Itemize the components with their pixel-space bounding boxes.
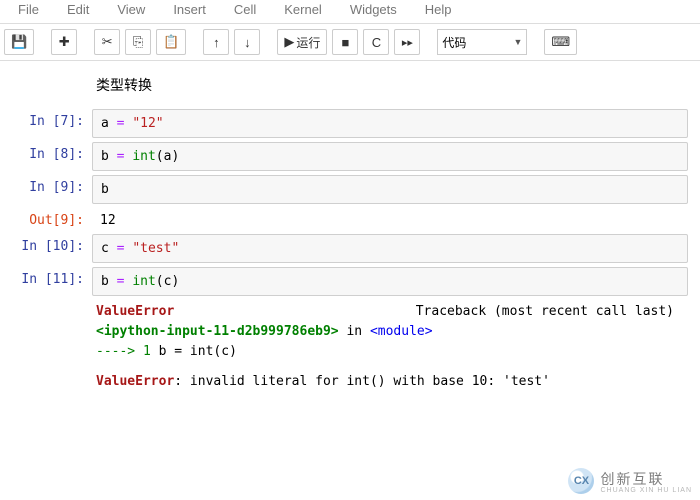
output-row: Out[9]: 12 bbox=[0, 208, 700, 230]
code-token: = bbox=[109, 241, 132, 256]
watermark-logo-icon: CX bbox=[568, 468, 594, 494]
code-token: ( bbox=[156, 149, 164, 164]
copy-icon: ⎘ bbox=[133, 34, 143, 50]
traceback-in: in bbox=[339, 324, 370, 339]
menu-widgets[interactable]: Widgets bbox=[350, 2, 397, 17]
command-palette-button[interactable]: ⌨ bbox=[544, 29, 577, 55]
arrow-up-icon: ↑ bbox=[213, 35, 220, 50]
copy-button[interactable]: ⎘ bbox=[125, 29, 151, 55]
restart-button[interactable]: C bbox=[363, 29, 389, 55]
arrow-down-icon: ↓ bbox=[244, 35, 251, 50]
keyboard-icon: ⌨ bbox=[551, 34, 570, 50]
code-token: "test" bbox=[132, 241, 179, 256]
output-prompt: Out[9]: bbox=[0, 208, 92, 228]
markdown-heading[interactable]: 类型转换 bbox=[96, 75, 700, 95]
code-token: = bbox=[109, 149, 132, 164]
restart-icon: C bbox=[372, 35, 381, 50]
code-token: = bbox=[109, 116, 132, 131]
input-prompt: In [7]: bbox=[0, 109, 92, 129]
traceback-module: <module> bbox=[370, 324, 433, 339]
code-input[interactable]: b bbox=[92, 175, 688, 204]
code-cell: In [9]: b bbox=[0, 175, 700, 204]
error-traceback: ValueError Traceback (most recent call l… bbox=[96, 302, 688, 393]
code-input[interactable]: c = "test" bbox=[92, 234, 688, 263]
chevron-down-icon: ▼ bbox=[513, 37, 522, 47]
error-class: ValueError bbox=[96, 302, 174, 322]
move-down-button[interactable]: ↓ bbox=[234, 29, 260, 55]
scissors-icon: ✂ bbox=[102, 34, 113, 50]
code-token: int bbox=[132, 274, 155, 289]
paste-button[interactable]: 📋 bbox=[156, 29, 186, 55]
add-cell-button[interactable]: ✚ bbox=[51, 29, 77, 55]
menu-view[interactable]: View bbox=[117, 2, 145, 17]
menu-file[interactable]: File bbox=[18, 2, 39, 17]
fast-forward-icon: ▸▸ bbox=[402, 36, 413, 49]
code-token: ( bbox=[156, 274, 164, 289]
output-value: 12 bbox=[92, 208, 700, 230]
menu-help[interactable]: Help bbox=[425, 2, 452, 17]
restart-run-all-button[interactable]: ▸▸ bbox=[394, 29, 420, 55]
code-cell: In [8]: b = int(a) bbox=[0, 142, 700, 171]
traceback-frame: <ipython-input-11-d2b999786eb9> bbox=[96, 324, 339, 339]
traceback-header: Traceback (most recent call last) bbox=[416, 302, 674, 322]
save-icon: 💾 bbox=[11, 34, 27, 50]
traceback-arrow: ----> 1 bbox=[96, 344, 159, 359]
code-token: = bbox=[109, 274, 132, 289]
input-prompt: In [8]: bbox=[0, 142, 92, 162]
code-token: b bbox=[101, 182, 109, 197]
cell-type-select[interactable]: 代码 ▼ bbox=[437, 29, 527, 55]
menu-kernel[interactable]: Kernel bbox=[284, 2, 322, 17]
toolbar: 💾 ✚ ✂ ⎘ 📋 ↑ ↓ ▶运行 ■ C ▸▸ 代码 ▼ ⌨ bbox=[0, 24, 700, 61]
run-button[interactable]: ▶运行 bbox=[277, 29, 327, 55]
input-prompt: In [11]: bbox=[0, 267, 92, 287]
stop-icon: ■ bbox=[341, 35, 349, 50]
menu-insert[interactable]: Insert bbox=[173, 2, 206, 17]
run-label: 运行 bbox=[296, 34, 320, 51]
code-token: c bbox=[101, 241, 109, 256]
menubar: File Edit View Insert Cell Kernel Widget… bbox=[0, 0, 700, 24]
code-token: a bbox=[101, 116, 109, 131]
watermark-sub: CHUANG XIN HU LIAN bbox=[600, 487, 692, 494]
code-token: b bbox=[101, 274, 109, 289]
input-prompt: In [9]: bbox=[0, 175, 92, 195]
error-message: : invalid literal for int() with base 10… bbox=[174, 374, 550, 389]
code-input[interactable]: a = "12" bbox=[92, 109, 688, 138]
move-up-button[interactable]: ↑ bbox=[203, 29, 229, 55]
paste-icon: 📋 bbox=[163, 34, 179, 50]
cell-type-value: 代码 bbox=[442, 34, 466, 51]
code-input[interactable]: b = int(a) bbox=[92, 142, 688, 171]
code-token: b bbox=[101, 149, 109, 164]
notebook-area: 类型转换 In [7]: a = "12" In [8]: b = int(a)… bbox=[0, 61, 700, 393]
plus-icon: ✚ bbox=[59, 34, 70, 50]
code-token: ) bbox=[171, 149, 179, 164]
watermark-brand: 创新互联 bbox=[600, 469, 692, 489]
code-cell: In [11]: b = int(c) bbox=[0, 267, 700, 296]
watermark: CX 创新互联 CHUANG XIN HU LIAN bbox=[568, 468, 692, 494]
play-icon: ▶ bbox=[284, 34, 294, 50]
code-token: ) bbox=[171, 274, 179, 289]
error-class-final: ValueError bbox=[96, 374, 174, 389]
menu-cell[interactable]: Cell bbox=[234, 2, 256, 17]
code-cell: In [7]: a = "12" bbox=[0, 109, 700, 138]
save-button[interactable]: 💾 bbox=[4, 29, 34, 55]
menu-edit[interactable]: Edit bbox=[67, 2, 89, 17]
code-input[interactable]: b = int(c) bbox=[92, 267, 688, 296]
cut-button[interactable]: ✂ bbox=[94, 29, 120, 55]
code-token: "12" bbox=[132, 116, 163, 131]
traceback-code: b = int(c) bbox=[159, 344, 237, 359]
code-cell: In [10]: c = "test" bbox=[0, 234, 700, 263]
code-token: int bbox=[132, 149, 155, 164]
input-prompt: In [10]: bbox=[0, 234, 92, 254]
stop-button[interactable]: ■ bbox=[332, 29, 358, 55]
